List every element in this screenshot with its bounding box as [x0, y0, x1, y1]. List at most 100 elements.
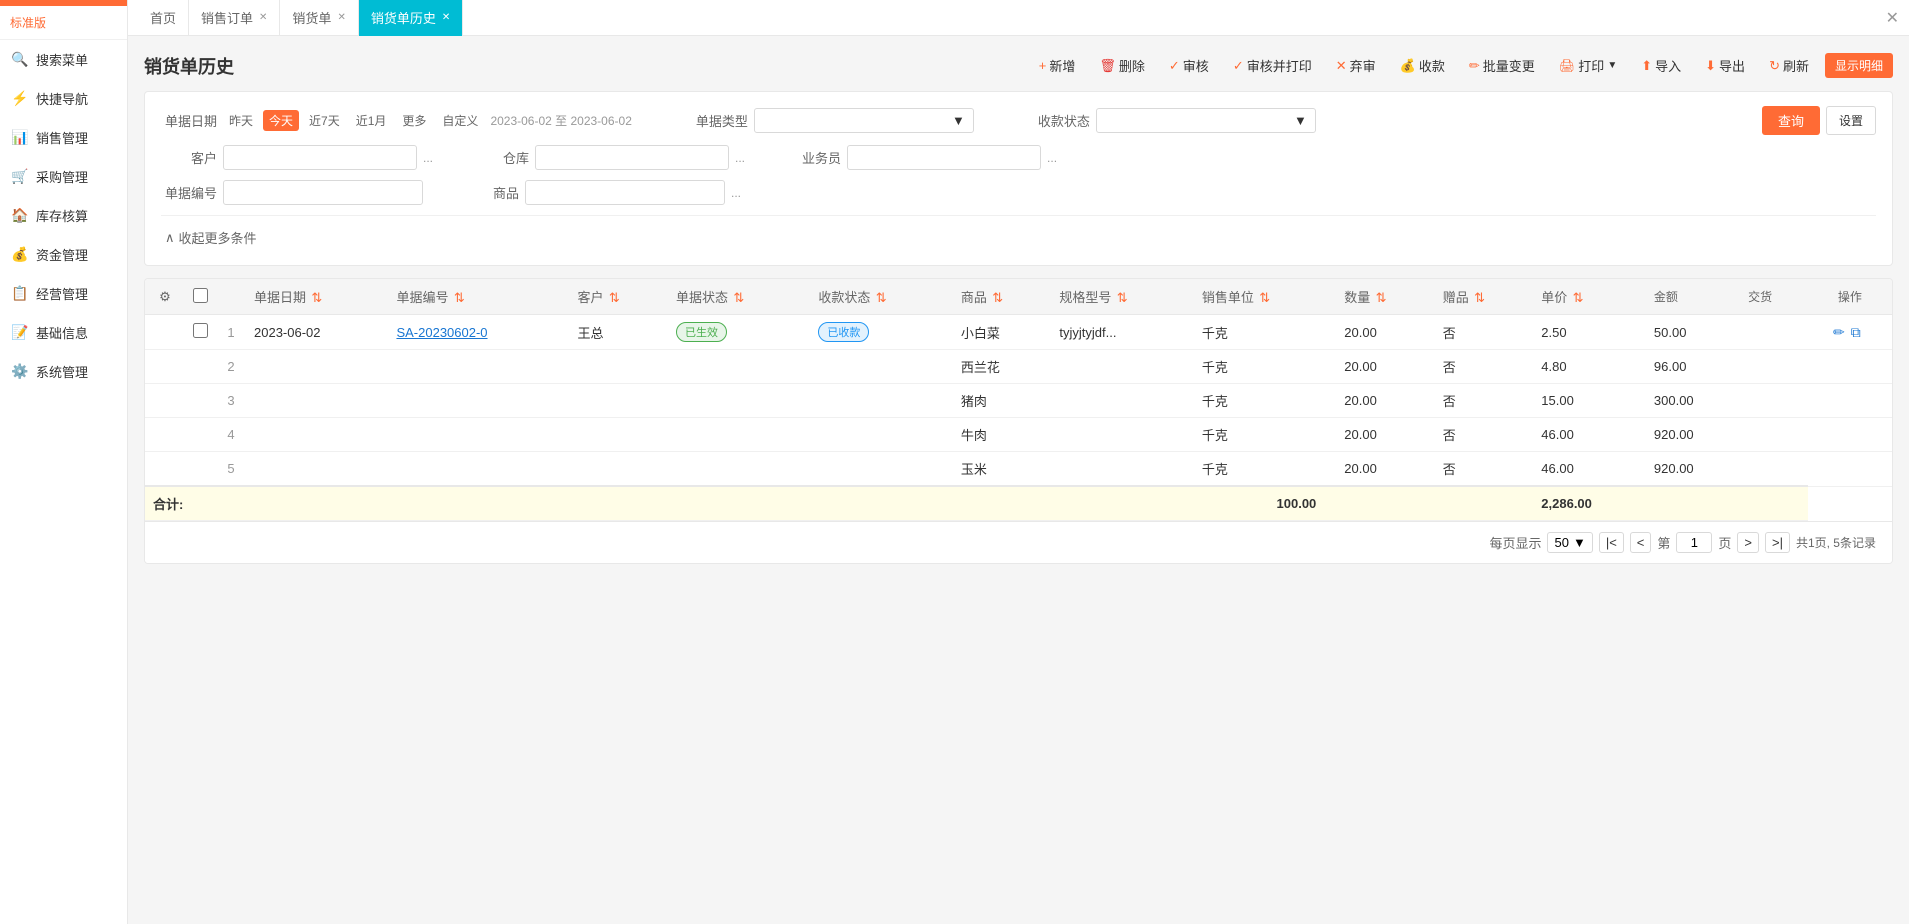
page-number-input[interactable] — [1676, 532, 1712, 553]
sidebar-item-quick-nav[interactable]: ⚡ 快捷导航 — [0, 79, 127, 118]
sort-goods-icon[interactable]: ⇅ — [992, 290, 1003, 305]
warehouse-ellipsis-btn[interactable]: ... — [735, 151, 745, 165]
sidebar-item-ops-mgmt[interactable]: 📋 经营管理 — [0, 274, 127, 313]
filter-paystatus-select[interactable]: ▼ — [1096, 108, 1316, 133]
edit-action-icon[interactable]: ✏ — [1833, 324, 1845, 340]
audit-print-button[interactable]: ✓ 审核并打印 — [1225, 52, 1320, 79]
tab-home[interactable]: 首页 — [138, 0, 189, 36]
add-button[interactable]: + 新增 — [1031, 52, 1084, 79]
first-page-btn[interactable]: |< — [1599, 532, 1624, 553]
goods-ellipsis-btn[interactable]: ... — [731, 186, 741, 200]
cell-customer: 王总 — [569, 315, 668, 350]
filter-docno-item: 单据编号 — [161, 180, 423, 205]
per-page-select[interactable]: 50 ▼ — [1547, 532, 1592, 553]
cell-delivery — [1740, 384, 1808, 418]
sidebar-item-inventory[interactable]: 🏠 库存核算 — [0, 196, 127, 235]
cell-pay-status — [810, 452, 952, 487]
summary-empty3 — [1646, 486, 1808, 521]
filter-doctype-item: 单据类型 ▼ — [692, 108, 974, 133]
sort-unit-icon[interactable]: ⇅ — [1259, 290, 1270, 305]
collapse-label: 收起更多条件 — [179, 228, 257, 247]
tab-sales-history[interactable]: 销货单历史 ✕ — [359, 0, 463, 36]
row-checkbox[interactable] — [193, 323, 208, 338]
date-btn-more[interactable]: 更多 — [396, 110, 432, 131]
tab-sales-order-label: 销售订单 — [201, 8, 253, 27]
sidebar-item-purchase-mgmt[interactable]: 🛒 采购管理 — [0, 157, 127, 196]
tabbar-close-all[interactable]: ✕ — [1886, 8, 1899, 28]
tab-sales-goods[interactable]: 销货单 ✕ — [280, 0, 358, 36]
tab-sales-order[interactable]: 销售订单 ✕ — [189, 0, 280, 36]
cell-spec — [1051, 418, 1193, 452]
filter-customer-input[interactable] — [223, 145, 417, 170]
sort-doc-no-icon[interactable]: ⇅ — [454, 290, 465, 305]
toolbar: + 新增 🗑 删除 ✓ 审核 ✓ 审核并打印 ✕ 弃审 — [1031, 52, 1893, 79]
select-all-checkbox[interactable] — [193, 288, 208, 303]
sort-doc-status-icon[interactable]: ⇅ — [733, 290, 744, 305]
setting-button[interactable]: 设置 — [1826, 106, 1876, 135]
batch-change-button[interactable]: ✏ 批量变更 — [1461, 52, 1543, 79]
table-card: ⚙ 单据日期 ⇅ 单据编号 — [144, 278, 1893, 564]
pagination: 每页显示 50 ▼ |< < 第 页 > >| 共1页, 5条记录 — [145, 521, 1892, 563]
sidebar-item-search-menu[interactable]: 🔍 搜索菜单 — [0, 40, 127, 79]
date-btn-1month[interactable]: 近1月 — [350, 110, 393, 131]
print-button[interactable]: 🖨 打印 ▼ — [1551, 52, 1625, 79]
sidebar-item-sys-mgmt[interactable]: ⚙️ 系统管理 — [0, 352, 127, 391]
refresh-icon: ↻ — [1769, 58, 1780, 74]
sort-price-icon[interactable]: ⇅ — [1573, 290, 1584, 305]
print-label: 打印 — [1578, 56, 1604, 75]
filter-salesperson-input[interactable] — [847, 145, 1041, 170]
refresh-button[interactable]: ↻ 刷新 — [1761, 52, 1817, 79]
tab-sales-history-close[interactable]: ✕ — [442, 12, 450, 23]
date-btn-custom[interactable]: 自定义 — [436, 110, 484, 131]
sidebar-item-label: 经营管理 — [36, 284, 88, 303]
cell-num: 2 — [216, 350, 246, 384]
display-detail-button[interactable]: 显示明细 — [1825, 53, 1893, 78]
tab-sales-history-label: 销货单历史 — [371, 8, 436, 27]
copy-action-icon[interactable]: ⧉ — [1851, 324, 1861, 340]
sort-customer-icon[interactable]: ⇅ — [609, 290, 620, 305]
discard-button[interactable]: ✕ 弃审 — [1328, 52, 1384, 79]
sort-spec-icon[interactable]: ⇅ — [1117, 290, 1128, 305]
export-button[interactable]: ⬇ 导出 — [1697, 52, 1753, 79]
sort-qty-icon[interactable]: ⇅ — [1376, 290, 1387, 305]
date-btn-today[interactable]: 今天 — [263, 110, 299, 131]
sort-pay-status-icon[interactable]: ⇅ — [876, 290, 887, 305]
prev-page-btn[interactable]: < — [1630, 532, 1652, 553]
collapse-button[interactable]: ∧ 收起更多条件 — [161, 224, 261, 251]
date-buttons: 昨天 今天 近7天 近1月 更多 自定义 — [223, 110, 484, 131]
next-page-btn[interactable]: > — [1737, 532, 1759, 553]
settings-icon[interactable]: ⚙ — [159, 289, 171, 304]
sidebar-item-finance-mgmt[interactable]: 💰 资金管理 — [0, 235, 127, 274]
salesperson-ellipsis-btn[interactable]: ... — [1047, 151, 1057, 165]
cell-customer — [569, 452, 668, 487]
filter-goods-input[interactable] — [525, 180, 725, 205]
filter-doctype-select[interactable]: ▼ — [754, 108, 974, 133]
filter-warehouse-input[interactable] — [535, 145, 729, 170]
customer-ellipsis-btn[interactable]: ... — [423, 151, 433, 165]
per-page-arrow: ▼ — [1573, 535, 1586, 550]
tab-sales-goods-close[interactable]: ✕ — [337, 12, 345, 23]
filter-date-item: 单据日期 昨天 今天 近7天 近1月 更多 自定义 2023-06-02 至 2… — [161, 110, 632, 131]
collect-button[interactable]: 💰 收款 — [1392, 52, 1453, 79]
discard-label: 弃审 — [1350, 56, 1376, 75]
date-btn-7days[interactable]: 近7天 — [303, 110, 346, 131]
query-button[interactable]: 查询 — [1762, 106, 1820, 135]
cell-doc-no — [388, 350, 569, 384]
tab-sales-order-close[interactable]: ✕ — [259, 12, 267, 23]
cell-delivery — [1740, 418, 1808, 452]
cell-amount: 96.00 — [1646, 350, 1740, 384]
doc-no-link[interactable]: SA-20230602-0 — [396, 325, 487, 340]
import-button[interactable]: ⬆ 导入 — [1633, 52, 1689, 79]
sort-doc-date-icon[interactable]: ⇅ — [311, 290, 322, 305]
last-page-btn[interactable]: >| — [1765, 532, 1790, 553]
th-doc-no-label: 单据编号 — [396, 290, 448, 305]
th-checkbox — [185, 279, 216, 315]
cell-price: 4.80 — [1533, 350, 1646, 384]
date-btn-yesterday[interactable]: 昨天 — [223, 110, 259, 131]
audit-button[interactable]: ✓ 审核 — [1161, 52, 1217, 79]
sidebar-item-sales-mgmt[interactable]: 📊 销售管理 — [0, 118, 127, 157]
sidebar-item-basic-info[interactable]: 📝 基础信息 — [0, 313, 127, 352]
sort-gift-icon[interactable]: ⇅ — [1474, 290, 1485, 305]
filter-docno-input[interactable] — [223, 180, 423, 205]
delete-button[interactable]: 🗑 删除 — [1091, 52, 1153, 79]
